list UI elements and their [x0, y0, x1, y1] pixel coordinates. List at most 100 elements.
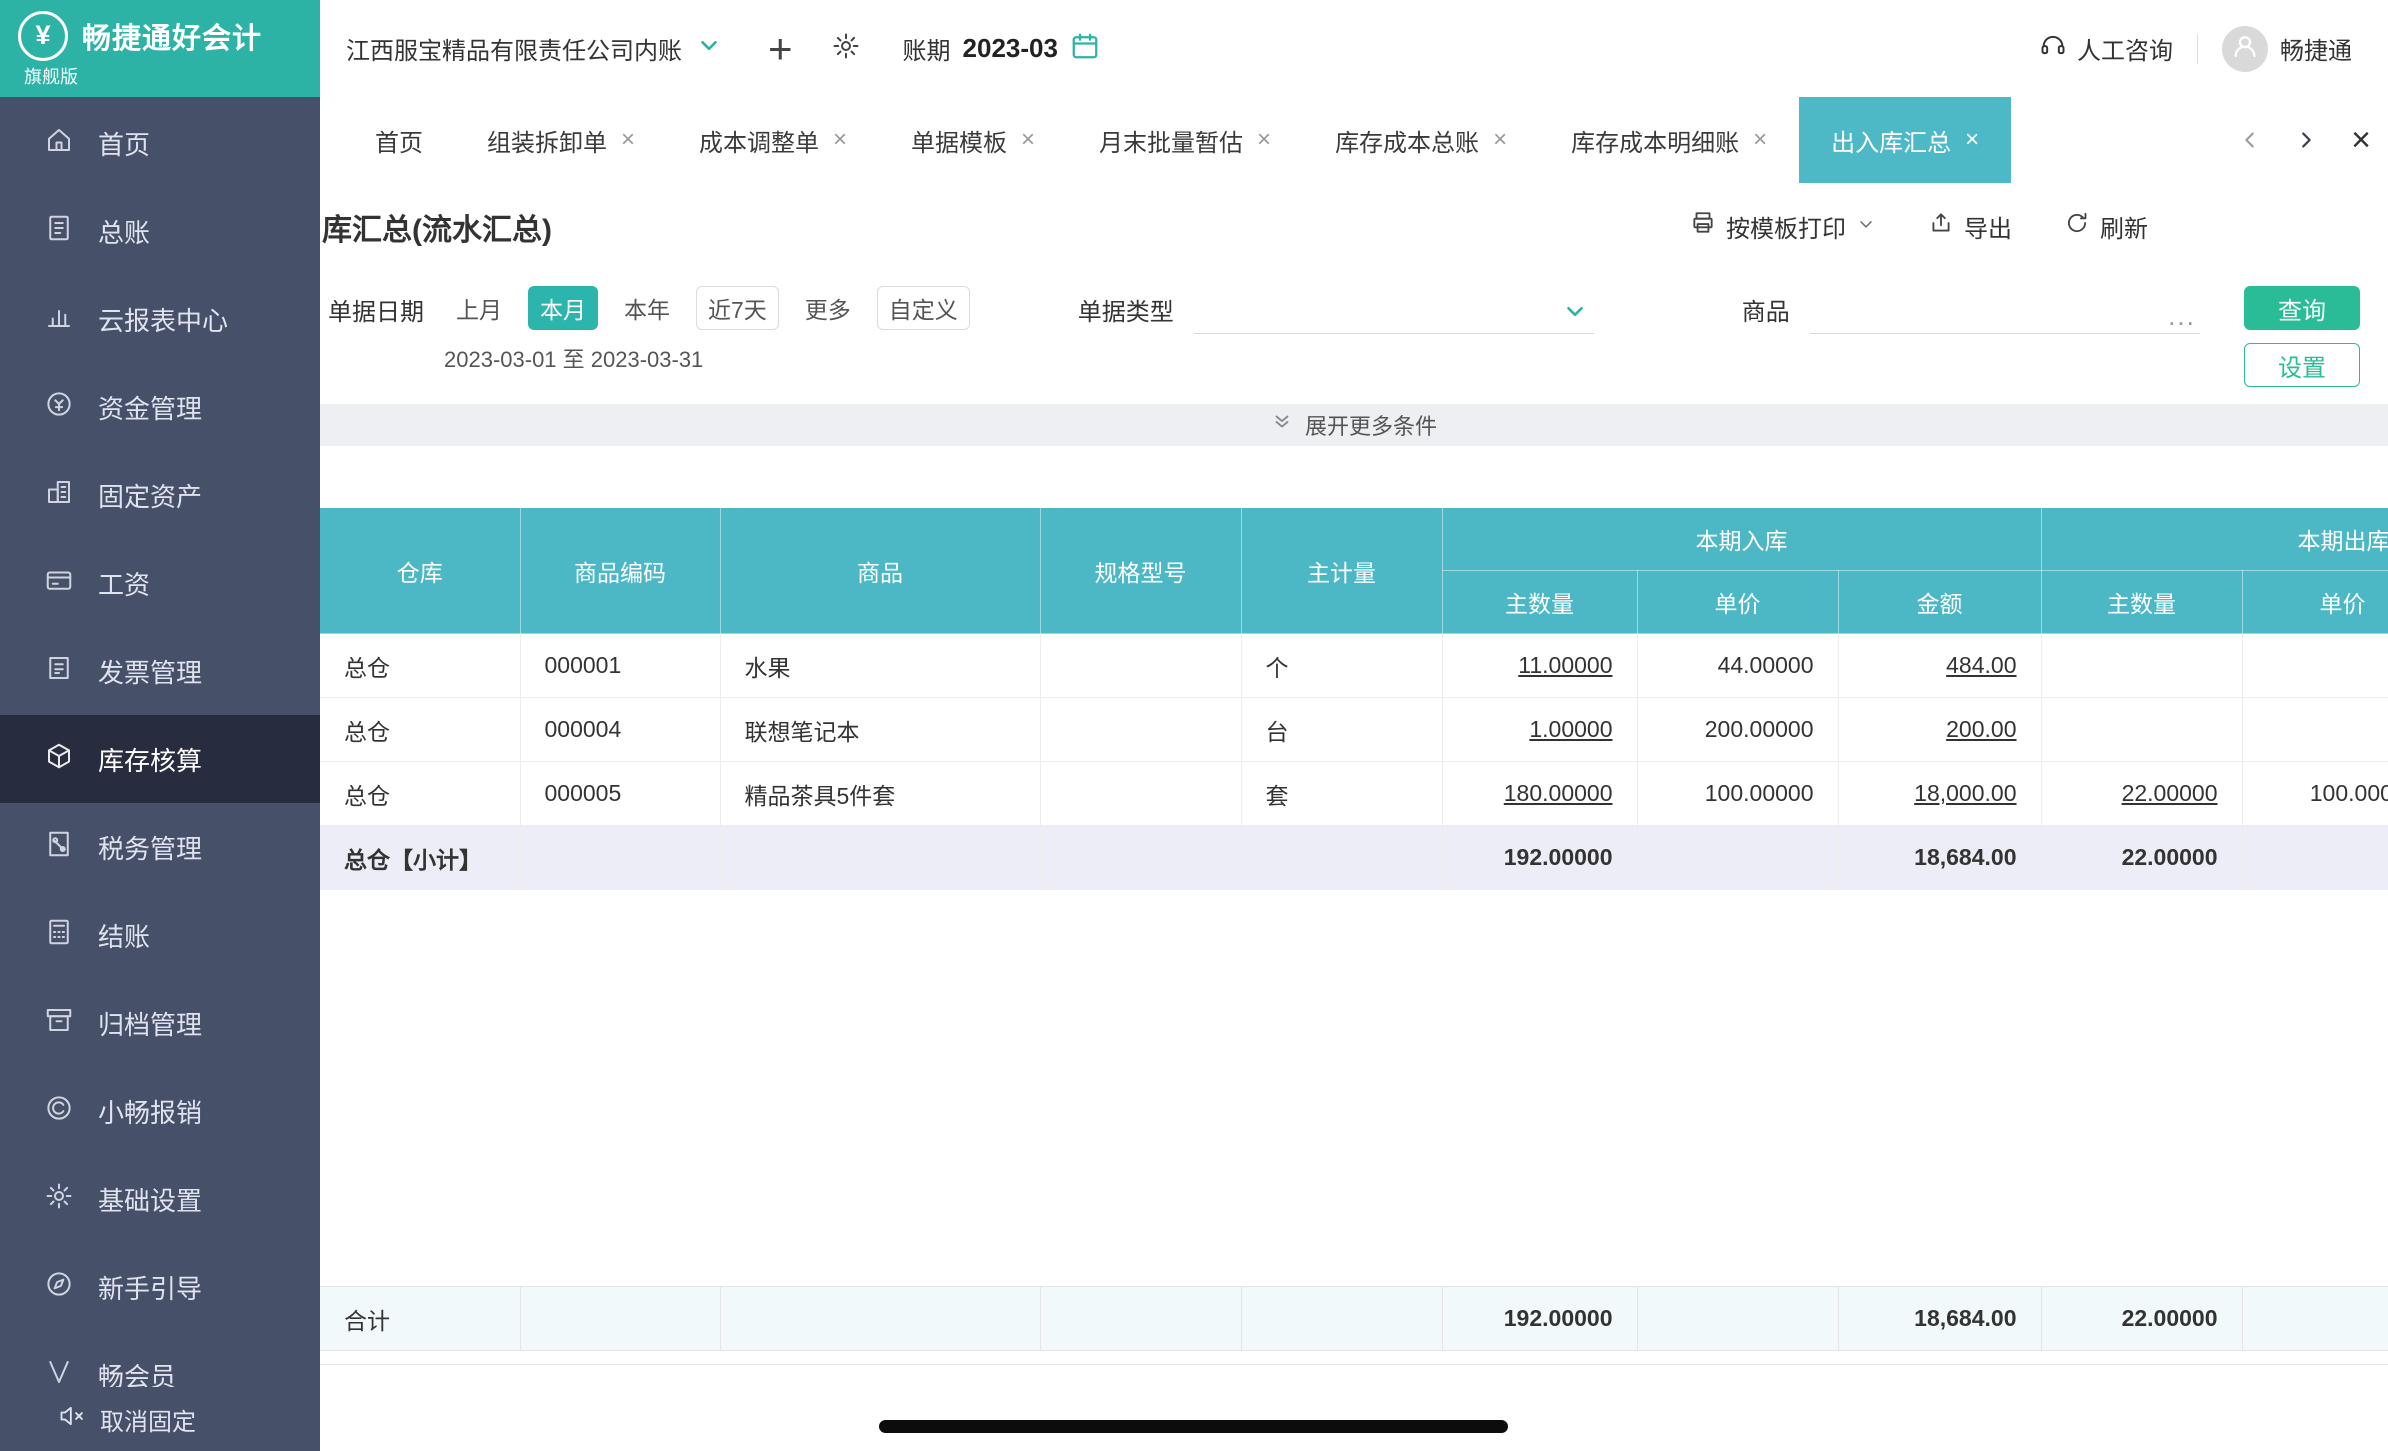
tabbar: 首页 组装拆卸单 × 成本调整单 × 单据模板 × 月末批量暂估 × 库存成本总… — [320, 97, 2388, 183]
date-option-last-7-days[interactable]: 近7天 — [696, 286, 779, 330]
sidebar-item-fixed-assets[interactable]: 固定资产 — [0, 451, 320, 539]
tab-doc-template[interactable]: 单据模板 × — [879, 97, 1067, 183]
sidebar-item-label: 税务管理 — [98, 833, 203, 864]
cell-out-price — [2242, 633, 2388, 698]
building-icon — [44, 477, 74, 514]
tab-label: 单据模板 — [911, 129, 1008, 157]
expand-more-conditions[interactable]: 展开更多条件 — [320, 404, 2388, 446]
sidebar-item-closing[interactable]: 结账 — [0, 891, 320, 979]
calendar-icon[interactable] — [1070, 31, 1100, 66]
col-unit: 主计量 — [1240, 507, 1443, 634]
sidebar-item-archive[interactable]: 归档管理 — [0, 979, 320, 1067]
unpin-sidebar-button[interactable]: 取消固定 — [0, 1387, 320, 1451]
table-row: 总仓 000004 联想笔记本 台 1.00000 200.00000 200.… — [320, 697, 2388, 762]
sidebar-item-payroll[interactable]: 工资 — [0, 539, 320, 627]
sidebar-item-inventory[interactable]: 库存核算 — [0, 715, 320, 803]
subtotal-label: 总仓【小计】 — [320, 825, 521, 890]
close-tab-icon[interactable]: × — [1493, 128, 1507, 152]
query-button[interactable]: 查询 — [2244, 286, 2360, 330]
page-content: 库汇总(流水汇总) 按模板打印 导出 刷新 单据日期 上月 本月 本年 近7天 … — [320, 183, 2388, 1451]
close-tab-icon[interactable]: × — [833, 128, 847, 152]
close-tab-icon[interactable]: × — [621, 128, 635, 152]
export-button[interactable]: 导出 — [1928, 209, 2012, 244]
date-option-more[interactable]: 更多 — [793, 286, 863, 330]
cell-out-price: 100.00000 — [2242, 761, 2388, 826]
period-value[interactable]: 2023-03 — [963, 33, 1058, 64]
table-row: 总仓 000001 水果 个 11.00000 44.00000 484.00 — [320, 633, 2388, 698]
close-tab-icon[interactable]: × — [1753, 128, 1767, 152]
avatar[interactable] — [2222, 25, 2268, 72]
printer-icon — [1690, 210, 1716, 243]
tabs-scroll-right-button[interactable] — [2278, 97, 2334, 183]
tab-cost-adjustment[interactable]: 成本调整单 × — [667, 97, 879, 183]
date-option-custom[interactable]: 自定义 — [876, 286, 970, 330]
sidebar-item-reimburse[interactable]: 小畅报销 — [0, 1067, 320, 1155]
refresh-button[interactable]: 刷新 — [2064, 209, 2148, 244]
in-amount-link[interactable]: 18,000.00 — [1838, 761, 2042, 826]
print-by-template-button[interactable]: 按模板打印 — [1690, 209, 1876, 244]
tab-label: 库存成本明细账 — [1571, 129, 1740, 157]
gear-icon — [831, 31, 861, 66]
close-tab-icon[interactable]: × — [1965, 128, 1979, 152]
sidebar-item-cloud-reports[interactable]: 云报表中心 — [0, 275, 320, 363]
sidebar-item-label: 工资 — [98, 569, 151, 600]
export-icon — [1928, 210, 1954, 243]
page-title: 库汇总(流水汇总) — [322, 213, 552, 247]
in-amount-link[interactable]: 484.00 — [1838, 633, 2042, 698]
settings-button[interactable]: 设置 — [2244, 343, 2360, 387]
tab-inventory-cost-detail[interactable]: 库存成本明细账 × — [1539, 97, 1799, 183]
in-amount-link[interactable]: 200.00 — [1838, 697, 2042, 762]
filter-bar: 单据日期 上月 本月 本年 近7天 更多 自定义 2023-03-01 至 20… — [320, 270, 2388, 404]
app-root: ¥ 畅捷通好会计 旗舰版 首页 总账 云报表中心 资金管理 固定资产 工资 发票… — [0, 0, 2388, 1451]
scrollbar-thumb[interactable] — [879, 1420, 1508, 1433]
sidebar-item-label: 发票管理 — [98, 657, 203, 688]
invoice-icon — [44, 653, 74, 690]
username[interactable]: 畅捷通 — [2280, 31, 2352, 66]
settings-gear-button[interactable] — [831, 31, 861, 66]
page-actions: 按模板打印 导出 刷新 — [1690, 209, 2148, 244]
out-qty-link[interactable]: 22.00000 — [2041, 761, 2243, 826]
sidebar-item-label: 新手引导 — [98, 1273, 203, 1304]
expand-label: 展开更多条件 — [1304, 414, 1437, 439]
support-button[interactable]: 人工咨询 — [2039, 31, 2173, 66]
gear-icon — [44, 1181, 74, 1218]
subtotal-in-amount: 18,684.00 — [1838, 825, 2042, 890]
sidebar-item-funds[interactable]: 资金管理 — [0, 363, 320, 451]
sidebar-item-invoices[interactable]: 发票管理 — [0, 627, 320, 715]
in-qty-link[interactable]: 11.00000 — [1442, 633, 1638, 698]
close-all-tabs-button[interactable]: × — [2334, 97, 2388, 183]
date-option-this-year[interactable]: 本年 — [612, 286, 682, 330]
sidebar-item-guide[interactable]: 新手引导 — [0, 1243, 320, 1331]
in-qty-link[interactable]: 1.00000 — [1442, 697, 1638, 762]
sidebar-item-tax[interactable]: 税务管理 — [0, 803, 320, 891]
tax-icon — [44, 829, 74, 866]
sidebar-item-settings[interactable]: 基础设置 — [0, 1155, 320, 1243]
tab-navigation: × — [2222, 97, 2388, 183]
date-option-last-month[interactable]: 上月 — [444, 286, 514, 330]
tab-month-end-estimate[interactable]: 月末批量暂估 × — [1067, 97, 1303, 183]
date-filter-label: 单据日期 — [328, 299, 424, 326]
sidebar-item-home[interactable]: 首页 — [0, 99, 320, 187]
date-option-this-month[interactable]: 本月 — [528, 286, 598, 330]
product-input[interactable]: ... — [1809, 286, 2200, 334]
doc-type-select[interactable] — [1193, 286, 1594, 334]
date-quick-options: 上月 本月 本年 近7天 更多 自定义 — [444, 286, 970, 330]
support-label: 人工咨询 — [2077, 38, 2173, 65]
sidebar-item-label: 结账 — [98, 921, 151, 952]
product-picker-button[interactable]: ... — [2168, 303, 2196, 329]
in-qty-link[interactable]: 180.00000 — [1442, 761, 1638, 826]
chevron-down-icon — [696, 32, 722, 65]
sidebar-item-general-ledger[interactable]: 总账 — [0, 187, 320, 275]
tab-assembly-order[interactable]: 组装拆卸单 × — [455, 97, 667, 183]
close-tab-icon[interactable]: × — [1021, 128, 1035, 152]
col-in-price: 单价 — [1636, 570, 1839, 634]
tabs-scroll-left-button[interactable] — [2222, 97, 2278, 183]
add-button[interactable]: + — [768, 27, 793, 70]
sidebar: ¥ 畅捷通好会计 旗舰版 首页 总账 云报表中心 资金管理 固定资产 工资 发票… — [0, 0, 320, 1451]
total-label: 合计 — [320, 1286, 521, 1351]
company-selector[interactable]: 江西服宝精品有限责任公司内账 — [346, 31, 722, 66]
close-tab-icon[interactable]: × — [1257, 128, 1271, 152]
tab-home[interactable]: 首页 — [343, 97, 455, 183]
tab-in-out-summary[interactable]: 出入库汇总 × — [1799, 97, 2012, 183]
tab-inventory-cost-ledger[interactable]: 库存成本总账 × — [1303, 97, 1539, 183]
